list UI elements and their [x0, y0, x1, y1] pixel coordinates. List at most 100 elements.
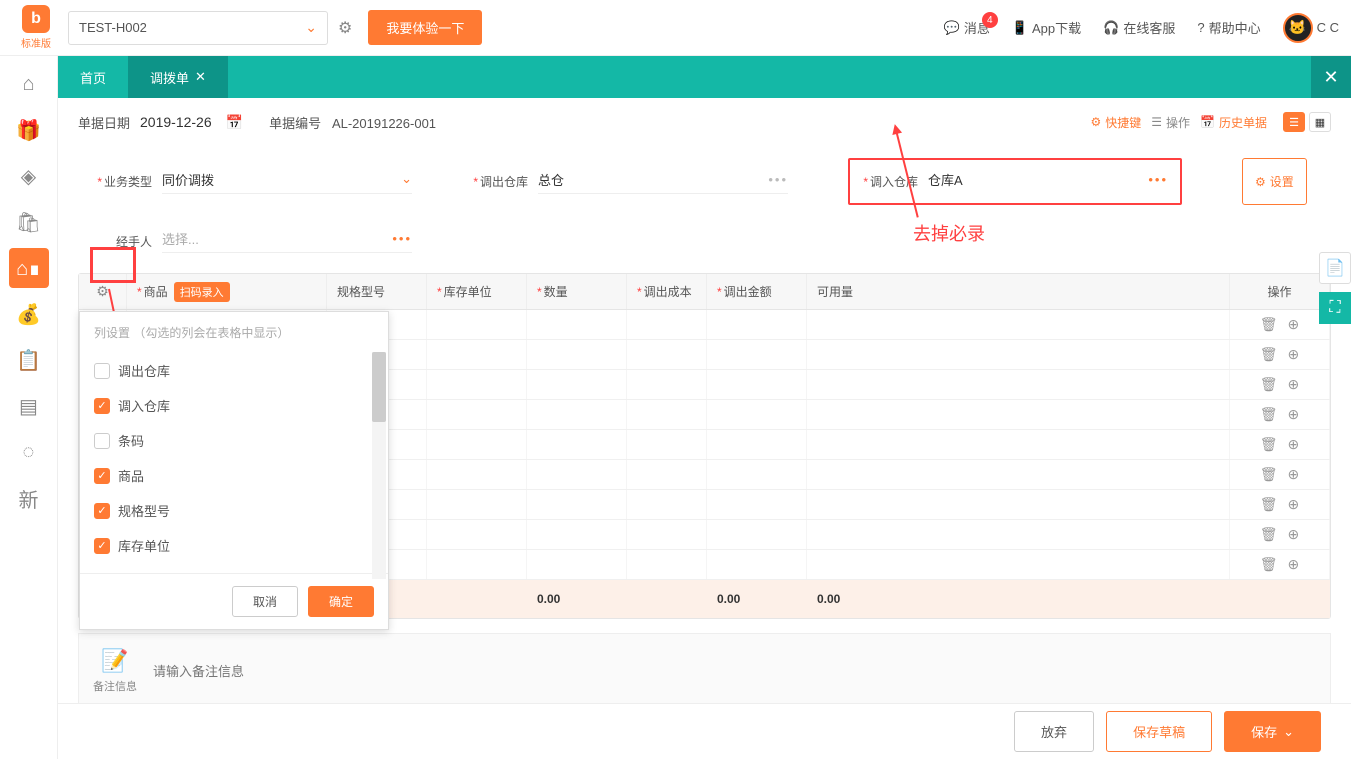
save-draft-button[interactable]: 保存草稿: [1106, 711, 1212, 752]
out-warehouse-select[interactable]: 总仓 •••: [538, 170, 788, 194]
checkbox-icon[interactable]: ✓: [94, 503, 110, 519]
scrollbar-thumb[interactable]: [372, 352, 386, 422]
tab-transfer[interactable]: 调拨单 ✕: [128, 56, 228, 98]
delete-icon[interactable]: 🗑: [1260, 316, 1278, 333]
sidebar-bag[interactable]: 🛍: [9, 202, 49, 242]
save-button[interactable]: 保存 ⌄: [1224, 711, 1321, 752]
checkbox-icon[interactable]: [94, 433, 110, 449]
col-option[interactable]: ✓库存单位: [94, 528, 374, 563]
col-option[interactable]: ✓商品: [94, 458, 374, 493]
sidebar-clipboard[interactable]: 📋: [9, 340, 49, 380]
sidebar-gift[interactable]: 🎁: [9, 110, 49, 150]
checkbox-icon[interactable]: ✓: [94, 468, 110, 484]
footer-qty: 0.00: [527, 592, 627, 606]
col-product: *商品扫码录入: [127, 274, 327, 309]
delete-icon[interactable]: 🗑: [1260, 436, 1278, 453]
copy-icon[interactable]: ⊕: [1288, 406, 1300, 423]
col-avail: 可用量: [807, 274, 1230, 309]
col-amount: *调出金额: [707, 274, 807, 309]
sidebar-home[interactable]: ⌂: [9, 64, 49, 104]
sidebar-money[interactable]: 💰: [9, 294, 49, 334]
delete-icon[interactable]: 🗑: [1260, 376, 1278, 393]
checkbox-icon[interactable]: ✓: [94, 538, 110, 554]
scan-entry-badge[interactable]: 扫码录入: [174, 282, 230, 302]
more-icon: •••: [1148, 172, 1168, 187]
tenant-select[interactable]: TEST-H002 ⌄: [68, 11, 328, 45]
copy-icon[interactable]: ⊕: [1288, 526, 1300, 543]
remarks-input[interactable]: [153, 664, 1316, 679]
col-option[interactable]: ✓数量: [94, 563, 374, 573]
sidebar-tag[interactable]: ◈: [9, 156, 49, 196]
trial-button[interactable]: 我要体验一下: [368, 10, 482, 45]
copy-icon[interactable]: ⊕: [1288, 496, 1300, 513]
footer-avail: 0.00: [807, 592, 1230, 606]
biz-type-select[interactable]: 同价调拨 ⌄: [162, 170, 412, 194]
col-ops: 操作: [1230, 274, 1330, 309]
message-badge: 4: [982, 12, 998, 28]
copy-icon[interactable]: ⊕: [1288, 346, 1300, 363]
checkbox-icon[interactable]: [94, 363, 110, 379]
delete-icon[interactable]: 🗑: [1260, 346, 1278, 363]
list-icon: ☰: [1151, 115, 1162, 129]
footer-amount: 0.00: [707, 592, 807, 606]
phone-icon: 📱: [1012, 20, 1028, 36]
headset-icon: 🎧: [1103, 20, 1119, 36]
gear-icon: ⚙: [1090, 115, 1101, 129]
calendar-icon: 📅: [1200, 115, 1215, 129]
settings-button[interactable]: ⚙ 设置: [1242, 158, 1307, 205]
gear-icon[interactable]: ⚙: [338, 18, 352, 38]
in-warehouse-select[interactable]: 仓库A •••: [928, 170, 1168, 193]
view-grid[interactable]: ▦: [1309, 112, 1331, 132]
checkbox-icon[interactable]: ✓: [94, 398, 110, 414]
tab-bar: 首页 调拨单 ✕ ✕: [58, 56, 1351, 98]
close-icon[interactable]: ✕: [195, 69, 206, 85]
delete-icon[interactable]: 🗑: [1260, 406, 1278, 423]
date-value[interactable]: 2019-12-26: [140, 114, 212, 130]
delete-icon[interactable]: 🗑: [1260, 556, 1278, 573]
discard-button[interactable]: 放弃: [1014, 711, 1094, 752]
col-unit: *库存单位: [427, 274, 527, 309]
col-option[interactable]: 调出仓库: [94, 353, 374, 388]
col-cost: *调出成本: [627, 274, 707, 309]
tab-transfer-label: 调拨单: [150, 68, 189, 87]
sidebar-report[interactable]: ▤: [9, 386, 49, 426]
view-toggle: ☰ ▦: [1283, 112, 1331, 132]
doc-panel-button[interactable]: 📄: [1319, 252, 1351, 284]
col-option[interactable]: 条码: [94, 423, 374, 458]
column-settings-popup: 列设置 （勾选的列会在表格中显示） 调出仓库 ✓调入仓库 条码 ✓商品 ✓规格型…: [79, 311, 389, 630]
copy-icon[interactable]: ⊕: [1288, 556, 1300, 573]
copy-icon[interactable]: ⊕: [1288, 466, 1300, 483]
delete-icon[interactable]: 🗑: [1260, 496, 1278, 513]
app-download-link[interactable]: 📱 App下载: [1012, 18, 1081, 37]
popup-list[interactable]: 调出仓库 ✓调入仓库 条码 ✓商品 ✓规格型号 ✓库存单位 ✓数量 单位2: [80, 353, 388, 573]
expand-button[interactable]: ⛶: [1319, 292, 1351, 324]
right-rail: 📄 ⛶: [1319, 252, 1351, 324]
history-link[interactable]: 📅历史单据: [1200, 114, 1267, 131]
delete-icon[interactable]: 🗑: [1260, 466, 1278, 483]
handler-select[interactable]: 选择... •••: [162, 229, 412, 253]
messages-link[interactable]: 💬 消息 4: [944, 18, 990, 37]
ops-link[interactable]: ☰操作: [1151, 114, 1190, 131]
popup-cancel-button[interactable]: 取消: [232, 586, 298, 617]
checkbox-icon[interactable]: ✓: [94, 573, 110, 574]
col-option[interactable]: ✓调入仓库: [94, 388, 374, 423]
col-option[interactable]: ✓规格型号: [94, 493, 374, 528]
delete-icon[interactable]: 🗑: [1260, 526, 1278, 543]
shortcut-link[interactable]: ⚙快捷键: [1090, 114, 1141, 131]
close-all-tabs[interactable]: ✕: [1311, 56, 1351, 98]
service-link[interactable]: 🎧 在线客服: [1103, 18, 1175, 37]
sidebar-warehouse[interactable]: ⌂∎: [9, 248, 49, 288]
chevron-down-icon: ⌄: [1283, 724, 1294, 740]
calendar-icon[interactable]: 📅: [226, 114, 243, 131]
user-menu[interactable]: 🐱 C C: [1283, 13, 1339, 43]
tab-home[interactable]: 首页: [58, 56, 128, 98]
popup-ok-button[interactable]: 确定: [308, 586, 374, 617]
sidebar-new[interactable]: 新: [9, 478, 49, 518]
copy-icon[interactable]: ⊕: [1288, 376, 1300, 393]
help-link[interactable]: ? 帮助中心: [1197, 18, 1260, 37]
sidebar-circle[interactable]: ◌: [9, 432, 49, 472]
copy-icon[interactable]: ⊕: [1288, 436, 1300, 453]
column-settings-button[interactable]: ⚙: [79, 274, 127, 309]
view-list[interactable]: ☰: [1283, 112, 1305, 132]
copy-icon[interactable]: ⊕: [1288, 316, 1300, 333]
